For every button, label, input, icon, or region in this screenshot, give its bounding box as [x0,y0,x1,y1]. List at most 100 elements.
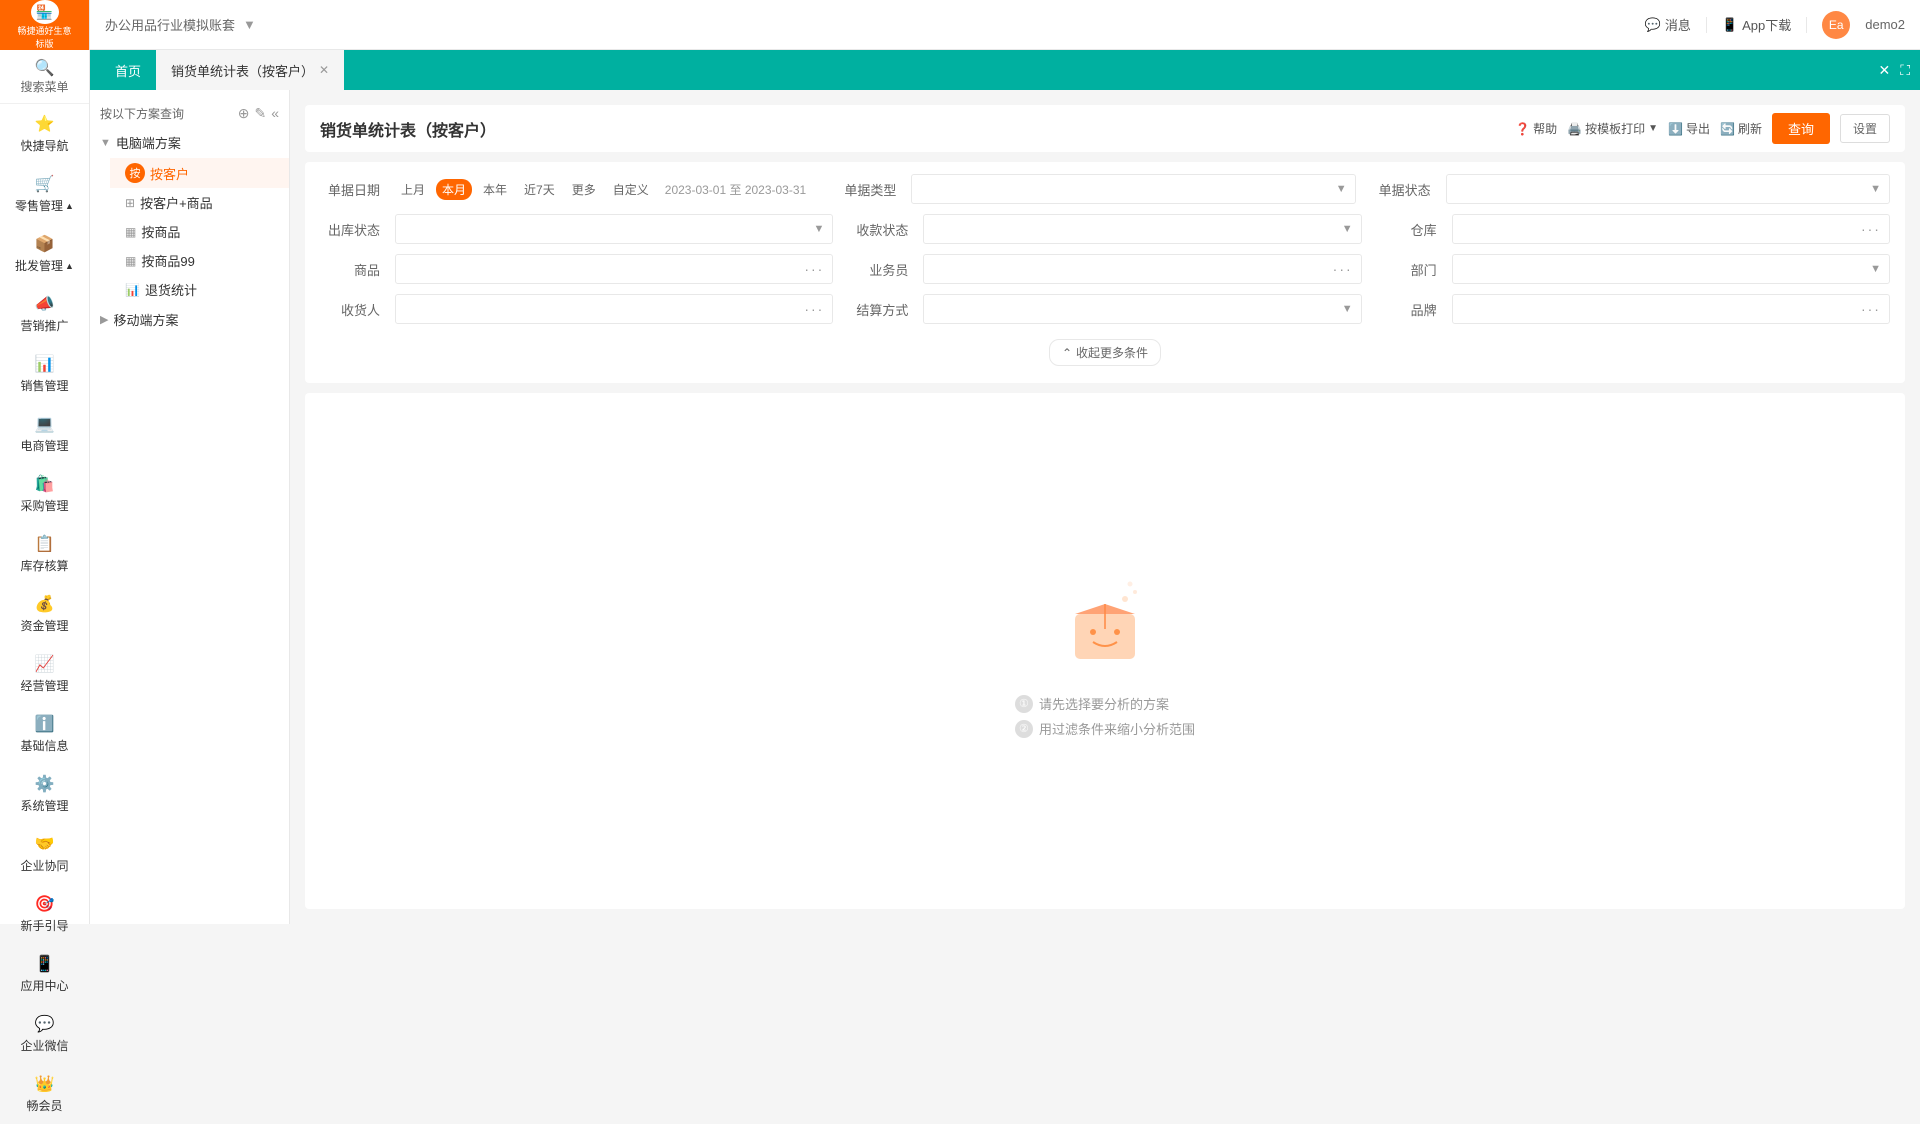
bill-type-select[interactable]: ▼ [911,174,1355,204]
sidebar-item-quick-nav[interactable]: ⭐ 快捷导航 [0,104,89,164]
tree-item-by-customer[interactable]: 按 按客户 [110,158,289,188]
sidebar-item-basic-info-label: 基础信息 [20,737,68,754]
corp-wechat-icon: 💬 [35,1014,55,1034]
help-label: 帮助 [1533,120,1557,137]
message-button[interactable]: 💬 消息 [1645,15,1691,34]
date-prev-month-btn[interactable]: 上月 [395,179,431,200]
empty-state: ① 请先选择要分析的方案 ② 用过滤条件来缩小分析范围 [305,393,1905,909]
sidebar-item-sys-mgmt[interactable]: ⚙️ 系统管理 [0,764,89,824]
by-return-icon: 📊 [125,283,140,297]
settlement-select[interactable]: ▼ [923,294,1361,324]
sidebar-item-finance-label: 资金管理 [20,617,68,634]
collapse-panel-button[interactable]: « [271,105,279,122]
purchase-icon: 🛍️ [35,474,55,494]
message-label: 消息 [1665,15,1691,34]
sidebar-item-retail[interactable]: 🛒 零售管理 ▲ [0,164,89,224]
out-status-dropdown-icon: ▼ [813,223,824,235]
tab-close-icon[interactable]: ✕ [319,63,329,77]
department-dropdown-icon: ▼ [1870,263,1881,275]
brand-label: 品牌 [1377,300,1437,319]
export-button[interactable]: ⬇️ 导出 [1668,120,1710,137]
sidebar-item-sales-mgmt[interactable]: 📊 销售管理 [0,344,89,404]
sidebar-item-basic-info[interactable]: ℹ️ 基础信息 [0,704,89,764]
tab-sales-stat-label: 销货单统计表（按客户） [171,61,314,80]
sidebar-item-inventory-label: 库存核算 [20,557,68,574]
sidebar-item-enterprise[interactable]: 🤝 企业协同 [0,824,89,884]
refresh-button[interactable]: 🔄 刷新 [1720,120,1762,137]
receive-status-select[interactable]: ▼ [923,214,1361,244]
avatar[interactable]: Ea [1822,11,1850,39]
sidebar-item-inventory[interactable]: 📋 库存核算 [0,524,89,584]
sidebar-item-search[interactable]: 🔍 搜索菜单 [0,50,89,104]
date-last-7-btn[interactable]: 近7天 [518,179,561,200]
collapse-button[interactable]: ⌃ 收起更多条件 [1049,339,1161,366]
tree-item-by-customer-goods[interactable]: ⊞ 按客户+商品 [110,188,289,217]
sidebar-item-finance[interactable]: 💰 资金管理 [0,584,89,644]
desktop-group-label: 电脑端方案 [116,133,181,152]
tree-group-desktop[interactable]: ▼ 电脑端方案 [90,127,289,158]
date-more-btn[interactable]: 更多 [566,179,602,200]
sidebar-item-purchase[interactable]: 🛍️ 采购管理 [0,464,89,524]
query-button[interactable]: 查询 [1772,113,1830,144]
receive-status-label: 收款状态 [848,220,908,239]
sidebar-item-marketing[interactable]: 📣 营销推广 [0,284,89,344]
bill-type-label: 单据类型 [836,180,896,199]
settings-button[interactable]: 设置 [1840,114,1890,143]
tab-bar-close-btn[interactable]: ✕ [1878,62,1890,79]
sidebar-item-purchase-label: 采购管理 [20,497,68,514]
sidebar-item-membership[interactable]: 👑 畅会员 [0,1064,89,1124]
salesperson-select[interactable]: ··· [923,254,1361,284]
tree-item-by-return[interactable]: 📊 退货统计 [110,275,289,304]
sidebar-item-app-center[interactable]: 📱 应用中心 [0,944,89,1004]
header-divider2 [1806,17,1807,33]
download-button[interactable]: 📱 App下载 [1722,15,1791,34]
date-cur-year-btn[interactable]: 本年 [477,179,513,200]
tree-item-by-customer-goods-label: 按客户+商品 [140,193,213,212]
collapse-row: ⌃ 收起更多条件 [320,334,1890,371]
out-status-select[interactable]: ▼ [395,214,833,244]
download-icon: 📱 [1722,17,1738,33]
help-button[interactable]: ❓ 帮助 [1515,120,1557,137]
sidebar: 🏪 畅捷通好生意 标版 🔍 搜索菜单 ⭐ 快捷导航 🛒 零售管理 ▲ 📦 批发管… [0,0,90,924]
tree-item-by-goods-label: 按商品 [141,222,180,241]
out-status-label: 出库状态 [320,220,380,239]
date-custom-btn[interactable]: 自定义 [607,179,655,200]
receiver-dots-icon: ··· [804,301,824,317]
tree-group-mobile[interactable]: ▶ 移动端方案 [90,304,289,335]
template-print-button[interactable]: 🖨️ 按模板打印 ▼ [1567,120,1658,137]
tree-item-by-goods-99-label: 按商品99 [141,251,194,270]
date-cur-month-btn[interactable]: 本月 [436,179,472,200]
tab-home[interactable]: 首页 [100,50,156,90]
goods-select[interactable]: ··· [395,254,833,284]
date-range: 2023-03-01 至 2023-03-31 [665,181,806,198]
filter-row-4: 收货人 ··· 结算方式 ▼ 品牌 ··· [320,294,1890,324]
tab-bar-expand-btn[interactable]: ⛶ [1900,62,1910,79]
app-name-dropdown-icon[interactable]: ▼ [243,17,256,32]
mobile-group-arrow-icon: ▶ [100,313,108,326]
brand-select[interactable]: ··· [1452,294,1890,324]
tree-item-by-goods-99[interactable]: ▦ 按商品99 [110,246,289,275]
bill-status-select[interactable]: ▼ [1446,174,1890,204]
tab-sales-stat[interactable]: 销货单统计表（按客户） ✕ [156,50,344,90]
salesperson-dots-icon: ··· [1333,261,1353,277]
sidebar-item-wholesale[interactable]: 📦 批发管理 ▲ [0,224,89,284]
edit-scheme-button[interactable]: ✎ [254,105,266,122]
sidebar-item-marketing-label: 营销推广 [20,317,68,334]
empty-svg [1055,574,1155,674]
warehouse-select[interactable]: ··· [1452,214,1890,244]
tab-bar: 首页 销货单统计表（按客户） ✕ ✕ ⛶ [90,50,1920,90]
tree-item-by-goods[interactable]: ▦ 按商品 [110,217,289,246]
add-scheme-button[interactable]: ⊕ [238,105,250,122]
brand-dots-icon: ··· [1861,301,1881,317]
empty-illustration [1045,564,1165,684]
department-select[interactable]: ▼ [1452,254,1890,284]
sidebar-item-corp-wechat[interactable]: 💬 企业微信 [0,1004,89,1064]
sidebar-item-newbie[interactable]: 🎯 新手引导 [0,884,89,944]
warehouse-label: 仓库 [1377,220,1437,239]
by-customer-goods-icon: ⊞ [125,196,135,210]
desktop-group-arrow-icon: ▼ [100,137,111,149]
sidebar-item-operation[interactable]: 📈 经营管理 [0,644,89,704]
sidebar-item-ecom[interactable]: 💻 电商管理 [0,404,89,464]
settlement-dropdown-icon: ▼ [1342,303,1353,315]
receiver-select[interactable]: ··· [395,294,833,324]
